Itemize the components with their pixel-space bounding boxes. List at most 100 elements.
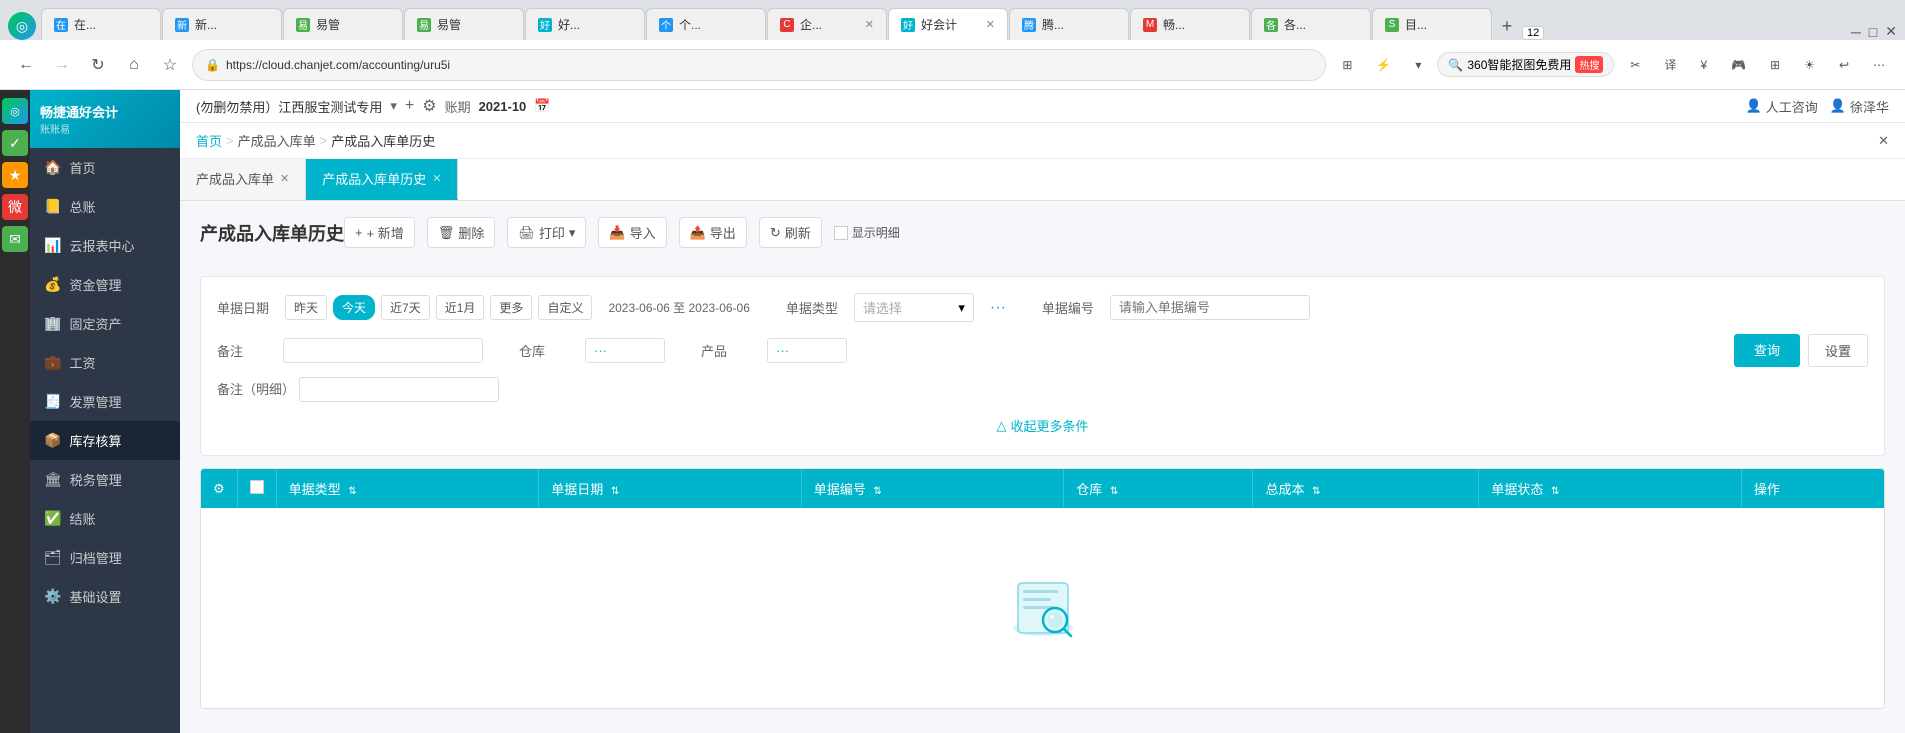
refresh-button[interactable]: ↻ bbox=[84, 51, 112, 79]
icon-sidebar-weibo[interactable]: 微 bbox=[2, 194, 28, 220]
tab-2[interactable]: 新 新... bbox=[162, 8, 282, 40]
tab-6[interactable]: 个 个... bbox=[646, 8, 766, 40]
select-all-checkbox[interactable] bbox=[250, 480, 264, 494]
tab-3[interactable]: 易 易管 bbox=[283, 8, 403, 40]
export-button[interactable]: 📤 导出 bbox=[679, 217, 747, 248]
number-input[interactable] bbox=[1110, 295, 1310, 320]
translate-tool[interactable]: 译 bbox=[1656, 53, 1684, 76]
new-button[interactable]: + + 新增 bbox=[344, 217, 415, 248]
tab-5[interactable]: 好 好... bbox=[525, 8, 645, 40]
refresh-toolbar-button[interactable]: ↻ 刷新 bbox=[759, 217, 822, 248]
date-btn-more[interactable]: 更多 bbox=[490, 295, 532, 320]
collapse-button[interactable]: △ 收起更多条件 bbox=[984, 412, 1100, 439]
tab-7[interactable]: C 企... ✕ bbox=[767, 8, 887, 40]
scissors-tool[interactable]: ✂ bbox=[1622, 55, 1648, 75]
tab-10[interactable]: M 畅... bbox=[1130, 8, 1250, 40]
url-bar[interactable]: 🔒 https://cloud.chanjet.com/accounting/u… bbox=[192, 49, 1326, 81]
show-columns[interactable]: 显示明细 bbox=[834, 224, 900, 241]
add-button[interactable]: + bbox=[405, 97, 414, 115]
calendar-icon[interactable]: 📅 bbox=[534, 98, 550, 114]
sidebar-item-funds[interactable]: 💰 资金管理 bbox=[30, 265, 180, 304]
sidebar-item-home[interactable]: 🏠 首页 bbox=[30, 148, 180, 187]
tab-7-close[interactable]: ✕ bbox=[865, 18, 874, 31]
window-close[interactable]: ✕ bbox=[1885, 23, 1897, 40]
sidebar-item-checkout[interactable]: ✅ 结账 bbox=[30, 499, 180, 538]
extensions-button[interactable]: ⊞ bbox=[1334, 55, 1360, 75]
search-bar[interactable]: 🔍 360智能抠图免费用 热搜 bbox=[1437, 52, 1614, 77]
sidebar-item-inventory[interactable]: 📦 库存核算 bbox=[30, 421, 180, 460]
undo-tool[interactable]: ↩ bbox=[1831, 55, 1857, 75]
breadcrumb-list[interactable]: 产成品入库单 bbox=[238, 131, 316, 150]
bookmark-button[interactable]: ☆ bbox=[156, 51, 184, 79]
game-tool[interactable]: 🎮 bbox=[1723, 55, 1754, 75]
user-avatar[interactable]: 👤 徐泽华 bbox=[1830, 97, 1889, 116]
content-tab-list-close[interactable]: ✕ bbox=[280, 172, 289, 185]
sidebar-item-fixed[interactable]: 🏢 固定资产 bbox=[30, 304, 180, 343]
theme-tool[interactable]: ☀ bbox=[1796, 55, 1823, 75]
content-tab-history[interactable]: 产成品入库单历史 ✕ bbox=[306, 159, 458, 200]
import-button[interactable]: 📥 导入 bbox=[598, 217, 666, 248]
new-tab-button[interactable]: + bbox=[1493, 12, 1521, 40]
content-tab-list[interactable]: 产成品入库单 ✕ bbox=[180, 159, 306, 200]
table-col-type[interactable]: 单据类型 ⇅ bbox=[276, 469, 539, 508]
tab-4[interactable]: 易 易管 bbox=[404, 8, 524, 40]
home-button[interactable]: ⌂ bbox=[120, 51, 148, 79]
table-col-cost[interactable]: 总成本 ⇅ bbox=[1253, 469, 1479, 508]
sidebar-item-archive[interactable]: 🗂 归档管理 bbox=[30, 538, 180, 577]
table-col-status[interactable]: 单据状态 ⇅ bbox=[1479, 469, 1742, 508]
money-tool[interactable]: ¥ bbox=[1692, 55, 1715, 75]
content-header: 首页 > 产成品入库单 > 产成品入库单历史 ✕ 产成品入库单 ✕ 产成品入库单… bbox=[180, 123, 1905, 201]
table-col-warehouse[interactable]: 仓库 ⇅ bbox=[1064, 469, 1253, 508]
sidebar-item-payroll[interactable]: 💼 工资 bbox=[30, 343, 180, 382]
sidebar-item-settings[interactable]: ⚙️ 基础设置 bbox=[30, 577, 180, 616]
window-maximize[interactable]: □ bbox=[1869, 24, 1877, 40]
date-btn-yesterday[interactable]: 昨天 bbox=[285, 295, 327, 320]
date-btn-7days[interactable]: 近7天 bbox=[381, 295, 430, 320]
tab-11[interactable]: 各 各... bbox=[1251, 8, 1371, 40]
warehouse-select[interactable]: ··· bbox=[585, 338, 665, 363]
content-tab-history-close[interactable]: ✕ bbox=[432, 172, 441, 185]
date-btn-custom[interactable]: 自定义 bbox=[538, 295, 592, 320]
sidebar-item-report[interactable]: 📊 云报表中心 bbox=[30, 226, 180, 265]
tab-9[interactable]: 腾 腾... bbox=[1009, 8, 1129, 40]
remark-input[interactable] bbox=[283, 338, 483, 363]
icon-sidebar-mail[interactable]: ✉ bbox=[2, 226, 28, 252]
close-panel-button[interactable]: ✕ bbox=[1878, 133, 1889, 149]
lightning-button[interactable]: ⚡ bbox=[1368, 55, 1399, 75]
sidebar-item-ledger[interactable]: 📒 总账 bbox=[30, 187, 180, 226]
more-tools[interactable]: ⋯ bbox=[1865, 55, 1893, 75]
sidebar-item-tax[interactable]: 🏛 税务管理 bbox=[30, 460, 180, 499]
table-col-settings[interactable]: ⚙ bbox=[201, 469, 237, 508]
table-col-checkbox[interactable] bbox=[237, 469, 276, 508]
table-col-date[interactable]: 单据日期 ⇅ bbox=[539, 469, 802, 508]
type-select[interactable]: 请选择 ▾ bbox=[854, 293, 974, 322]
print-button[interactable]: 🖨 打印 ▾ bbox=[507, 217, 586, 248]
grid-tool[interactable]: ⊞ bbox=[1762, 55, 1788, 75]
sidebar-item-invoice[interactable]: 🧾 发票管理 bbox=[30, 382, 180, 421]
back-button[interactable]: ← bbox=[12, 51, 40, 79]
tab-12[interactable]: S 目... bbox=[1372, 8, 1492, 40]
forward-button[interactable]: → bbox=[48, 51, 76, 79]
detail-remark-input[interactable] bbox=[299, 377, 499, 402]
window-minimize[interactable]: ─ bbox=[1851, 24, 1861, 40]
date-btn-1month[interactable]: 近1月 bbox=[436, 295, 485, 320]
settings-filter-button[interactable]: 设置 bbox=[1808, 334, 1868, 367]
query-button[interactable]: 查询 bbox=[1734, 334, 1800, 367]
tab-8-close[interactable]: ✕ bbox=[986, 18, 995, 31]
table-col-number[interactable]: 单据编号 ⇅ bbox=[801, 469, 1064, 508]
account-dropdown-icon[interactable]: ▾ bbox=[390, 98, 397, 114]
dropdown-button[interactable]: ▾ bbox=[1407, 55, 1429, 75]
icon-sidebar-logo[interactable]: ◎ bbox=[2, 98, 28, 124]
product-select[interactable]: ··· bbox=[767, 338, 847, 363]
breadcrumb-home[interactable]: 首页 bbox=[196, 131, 222, 150]
account-settings-icon[interactable]: ⚙ bbox=[422, 96, 436, 116]
date-btn-today[interactable]: 今天 bbox=[333, 295, 375, 320]
tab-1[interactable]: 在 在... bbox=[41, 8, 161, 40]
show-columns-checkbox[interactable] bbox=[834, 226, 848, 240]
tab-8[interactable]: 好 好会计 ✕ bbox=[888, 8, 1008, 40]
user-service[interactable]: 👤 人工咨询 bbox=[1746, 97, 1818, 116]
browser-logo[interactable]: ◎ bbox=[8, 12, 36, 40]
icon-sidebar-star[interactable]: ★ bbox=[2, 162, 28, 188]
icon-sidebar-green[interactable]: ✓ bbox=[2, 130, 28, 156]
delete-button[interactable]: 🗑 删除 bbox=[427, 217, 496, 248]
